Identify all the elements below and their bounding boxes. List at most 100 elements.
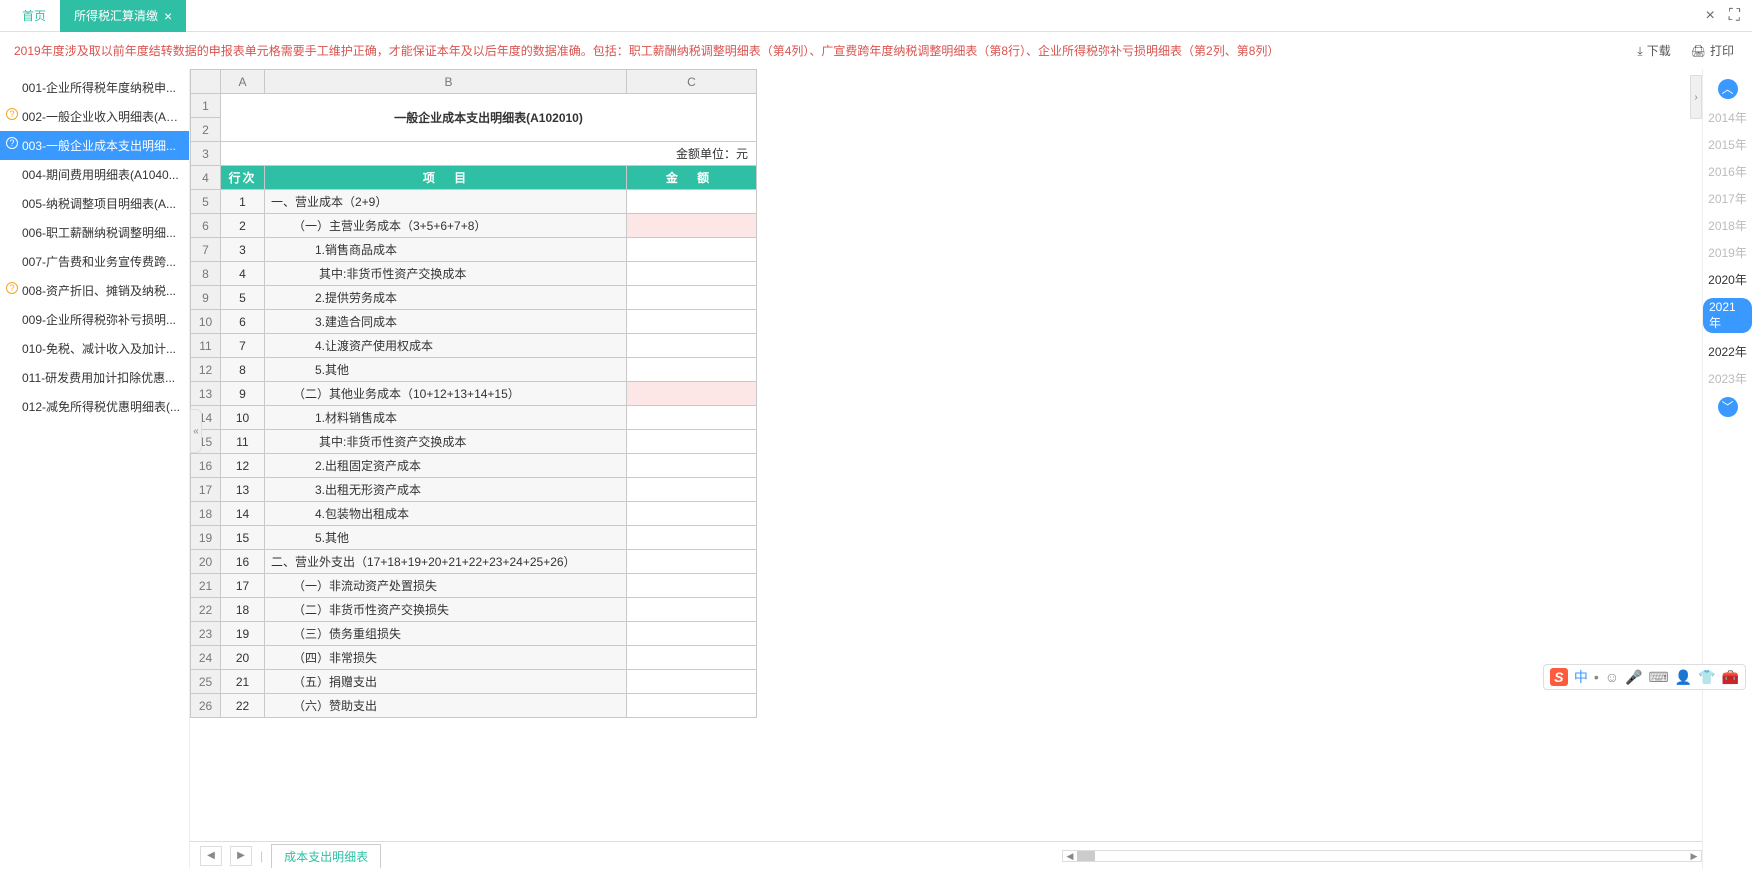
item-label: （二）其他业务成本（10+12+13+14+15）: [265, 382, 627, 406]
year-2020年[interactable]: 2020年: [1708, 271, 1747, 288]
amount-cell[interactable]: [627, 598, 757, 622]
line-number: 10: [221, 406, 265, 430]
amount-cell[interactable]: [627, 310, 757, 334]
sheet-nav-next[interactable]: ▶: [230, 846, 252, 866]
item-label: 4.让渡资产使用权成本: [265, 334, 627, 358]
close-icon[interactable]: ×: [164, 0, 172, 32]
col-header-amount: 金 额: [627, 166, 757, 190]
scroll-left-icon[interactable]: ◀: [1063, 851, 1077, 861]
sidebar-item-8[interactable]: ?008-资产折旧、摊销及纳税...: [0, 276, 189, 305]
line-number: 21: [221, 670, 265, 694]
amount-cell[interactable]: [627, 214, 757, 238]
amount-cell[interactable]: [627, 262, 757, 286]
sidebar-item-6[interactable]: 006-职工薪酬纳税调整明细...: [0, 218, 189, 247]
year-rail: ︿ 2014年 2015年 2016年 2017年 2018年 2019年 2020年 202…: [1702, 69, 1752, 869]
year-2018年[interactable]: 2018年: [1708, 217, 1747, 234]
ime-toolbox-icon[interactable]: 🧰: [1722, 669, 1739, 686]
year-scroll-up-icon[interactable]: ︿: [1718, 79, 1738, 99]
year-2014年[interactable]: 2014年: [1708, 109, 1747, 126]
scroll-right-icon[interactable]: ▶: [1687, 851, 1701, 861]
sidebar-item-11[interactable]: 011-研发费用加计扣除优惠...: [0, 363, 189, 392]
line-number: 5: [221, 286, 265, 310]
sidebar-collapse-handle[interactable]: «: [190, 409, 202, 453]
sidebar-item-1[interactable]: 001-企业所得税年度纳税申...: [0, 73, 189, 102]
ime-punct-icon[interactable]: •: [1594, 669, 1599, 685]
amount-cell[interactable]: [627, 574, 757, 598]
sheet-nav-prev[interactable]: ◀: [200, 846, 222, 866]
amount-cell[interactable]: [627, 430, 757, 454]
sidebar-item-12[interactable]: 012-减免所得税优惠明细表(...: [0, 392, 189, 421]
spreadsheet-area: ABC1一般企业成本支出明细表(A102010)23金额单位：元4行次项 目金 …: [190, 69, 1702, 869]
ime-keyboard-icon[interactable]: ⌨: [1648, 669, 1668, 686]
ime-logo-icon: S: [1550, 668, 1568, 686]
year-2023年[interactable]: 2023年: [1708, 370, 1747, 387]
year-2016年[interactable]: 2016年: [1708, 163, 1747, 180]
sidebar-item-label: 009-企业所得税弥补亏损明...: [22, 313, 176, 327]
line-number: 14: [221, 502, 265, 526]
amount-cell[interactable]: [627, 190, 757, 214]
amount-cell[interactable]: [627, 670, 757, 694]
amount-cell[interactable]: [627, 550, 757, 574]
sheet-bottom-bar: ◀ ▶ | 成本支出明细表 ◀ ▶: [190, 841, 1702, 869]
col-header-A[interactable]: A: [221, 70, 265, 94]
amount-cell[interactable]: [627, 358, 757, 382]
ime-lang[interactable]: 中: [1574, 667, 1588, 687]
ime-toolbar[interactable]: S 中 • ☺ 🎤 ⌨ 👤 👕 🧰: [1543, 664, 1746, 690]
amount-cell[interactable]: [627, 502, 757, 526]
col-header-C[interactable]: C: [627, 70, 757, 94]
line-number: 20: [221, 646, 265, 670]
sidebar-item-7[interactable]: 007-广告费和业务宣传费跨...: [0, 247, 189, 276]
horizontal-scrollbar[interactable]: ◀ ▶: [1062, 850, 1702, 862]
item-label: 二、营业外支出（17+18+19+20+21+22+23+24+25+26）: [265, 550, 627, 574]
window-close-icon[interactable]: ×: [1705, 7, 1714, 25]
amount-cell[interactable]: [627, 406, 757, 430]
corner-cell[interactable]: [191, 70, 221, 94]
tab-tax-settlement[interactable]: 所得税汇算清缴 ×: [60, 0, 186, 32]
sheet-tab-active[interactable]: 成本支出明细表: [271, 844, 381, 868]
year-2015年[interactable]: 2015年: [1708, 136, 1747, 153]
amount-cell[interactable]: [627, 622, 757, 646]
sidebar-item-10[interactable]: 010-免税、减计收入及加计...: [0, 334, 189, 363]
help-icon: ?: [6, 137, 18, 149]
amount-cell[interactable]: [627, 334, 757, 358]
amount-cell[interactable]: [627, 454, 757, 478]
line-number: 18: [221, 598, 265, 622]
year-scroll-down-icon[interactable]: ﹀: [1718, 397, 1738, 417]
amount-cell[interactable]: [627, 238, 757, 262]
scroll-thumb[interactable]: [1077, 851, 1095, 861]
amount-cell[interactable]: [627, 694, 757, 718]
year-2022年[interactable]: 2022年: [1708, 343, 1747, 360]
item-label: 4.包装物出租成本: [265, 502, 627, 526]
sidebar-item-5[interactable]: 005-纳税调整项目明细表(A...: [0, 189, 189, 218]
amount-cell[interactable]: [627, 286, 757, 310]
amount-cell[interactable]: [627, 526, 757, 550]
year-2021年[interactable]: 2021年: [1703, 298, 1752, 333]
ime-emoji-icon[interactable]: ☺: [1605, 669, 1619, 685]
item-label: （六）赞助支出: [265, 694, 627, 718]
ime-skin-icon[interactable]: 👕: [1698, 669, 1715, 686]
sidebar-item-4[interactable]: 004-期间费用明细表(A1040...: [0, 160, 189, 189]
amount-cell[interactable]: [627, 382, 757, 406]
sheet-scroll[interactable]: ABC1一般企业成本支出明细表(A102010)23金额单位：元4行次项 目金 …: [190, 69, 1702, 841]
ime-voice-icon[interactable]: 🎤: [1625, 669, 1642, 686]
form-list-sidebar: 001-企业所得税年度纳税申...?002-一般企业收入明细表(A10...?0…: [0, 69, 190, 869]
line-number: 2: [221, 214, 265, 238]
ime-user-icon[interactable]: 👤: [1675, 669, 1692, 686]
item-label: 其中:非货币性资产交换成本: [265, 430, 627, 454]
fullscreen-icon[interactable]: ⛶: [1729, 7, 1740, 25]
amount-cell[interactable]: [627, 478, 757, 502]
sidebar-item-2[interactable]: ?002-一般企业收入明细表(A10...: [0, 102, 189, 131]
sidebar-item-label: 010-免税、减计收入及加计...: [22, 342, 176, 356]
year-2019年[interactable]: 2019年: [1708, 244, 1747, 261]
line-number: 15: [221, 526, 265, 550]
year-2017年[interactable]: 2017年: [1708, 190, 1747, 207]
amount-cell[interactable]: [627, 646, 757, 670]
print-button[interactable]: 🖨 打印: [1691, 42, 1734, 61]
sidebar-item-label: 006-职工薪酬纳税调整明细...: [22, 226, 176, 240]
sidebar-item-3[interactable]: ?003-一般企业成本支出明细...: [0, 131, 189, 160]
col-header-B[interactable]: B: [265, 70, 627, 94]
sidebar-item-9[interactable]: 009-企业所得税弥补亏损明...: [0, 305, 189, 334]
right-expand-handle[interactable]: ›: [1690, 75, 1702, 119]
tab-home[interactable]: 首页: [8, 0, 60, 32]
download-button[interactable]: ⤓ 下载: [1637, 42, 1670, 61]
